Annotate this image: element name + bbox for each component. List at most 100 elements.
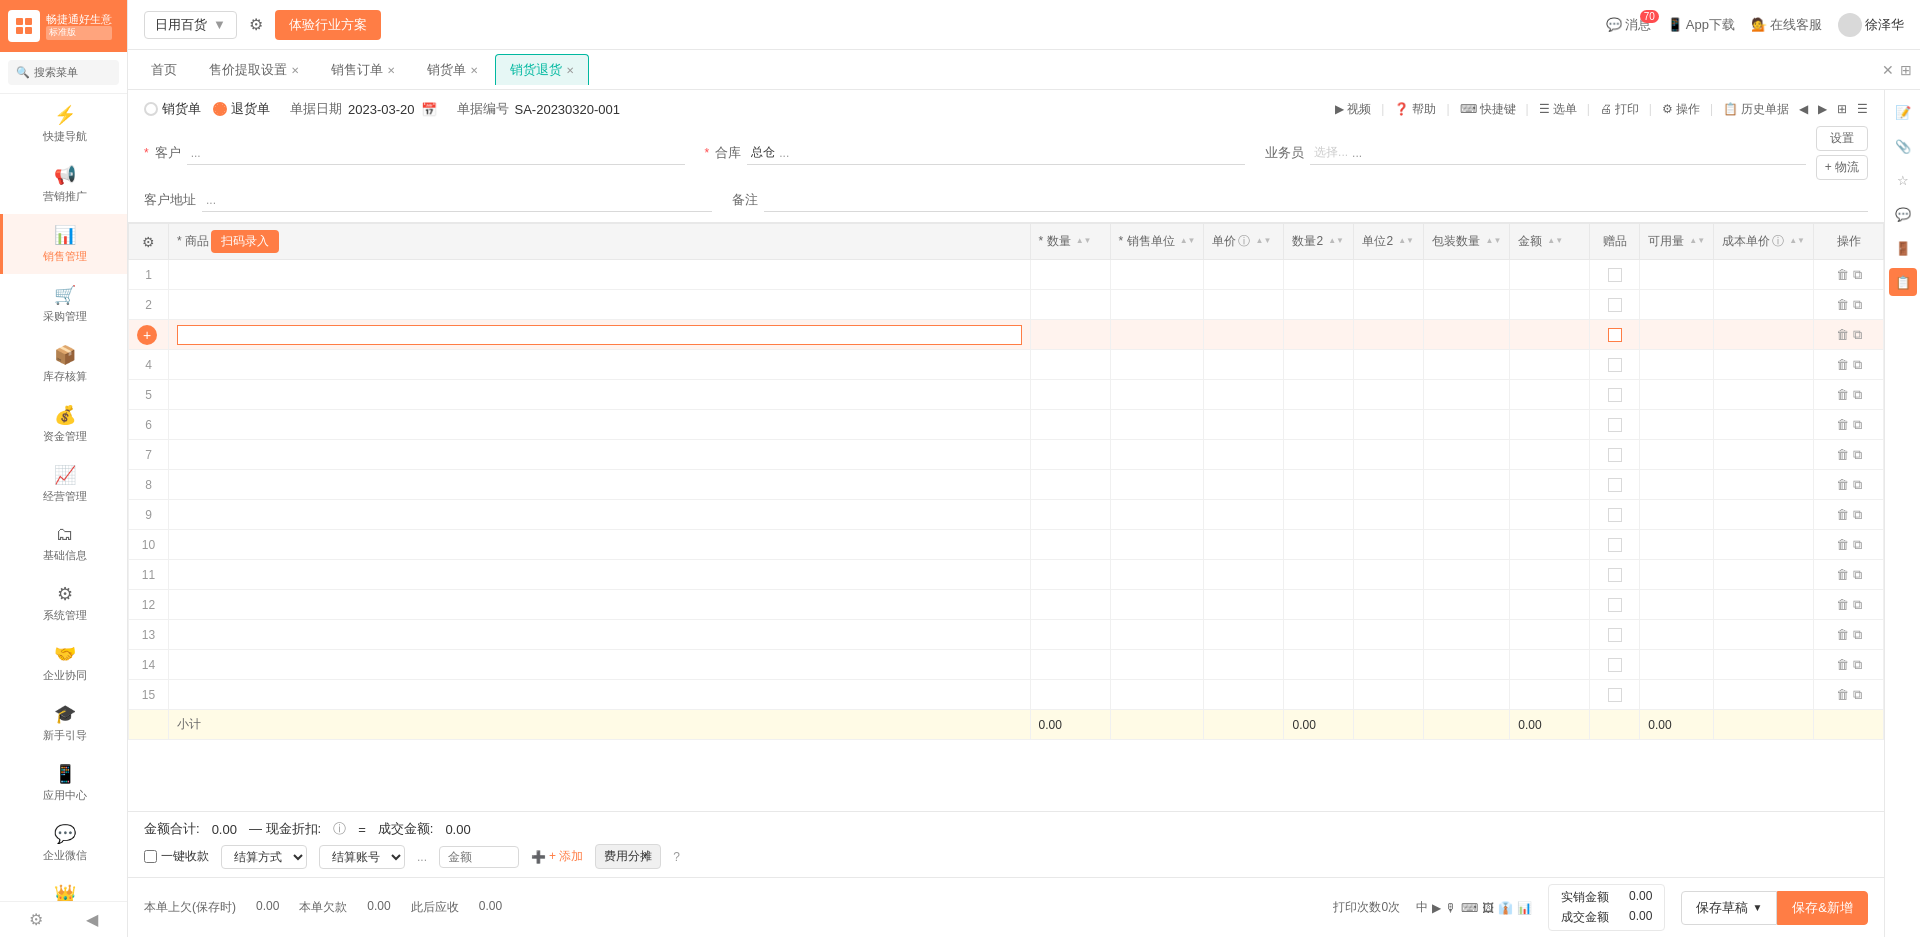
- sidebar-item-inventory[interactable]: 📦 库存核算: [0, 334, 127, 394]
- data-cell[interactable]: [1510, 440, 1590, 470]
- data-cell[interactable]: [1284, 560, 1354, 590]
- print-button[interactable]: 🖨 打印: [1600, 101, 1639, 118]
- gift-checkbox[interactable]: [1608, 658, 1622, 672]
- data-cell[interactable]: [1424, 530, 1510, 560]
- rp-door-button[interactable]: 🚪: [1889, 234, 1917, 262]
- data-cell[interactable]: [1510, 410, 1590, 440]
- data-cell[interactable]: [1030, 530, 1110, 560]
- data-cell[interactable]: [1284, 620, 1354, 650]
- bottom-tool-5[interactable]: 🖼: [1482, 899, 1494, 916]
- gift-checkbox[interactable]: [1608, 568, 1622, 582]
- sort-arrows-icon[interactable]: ▲▼: [1255, 238, 1271, 244]
- available-cell[interactable]: [1640, 500, 1714, 530]
- delete-row-button[interactable]: 🗑: [1836, 657, 1849, 673]
- data-cell[interactable]: [1204, 680, 1284, 710]
- data-cell[interactable]: [1204, 590, 1284, 620]
- gift-checkbox[interactable]: [1608, 478, 1622, 492]
- cost-cell[interactable]: [1714, 380, 1814, 410]
- data-cell[interactable]: [1354, 350, 1424, 380]
- data-cell[interactable]: [1030, 620, 1110, 650]
- cost-cell[interactable]: [1714, 680, 1814, 710]
- data-cell[interactable]: [1354, 260, 1424, 290]
- data-cell[interactable]: [1354, 410, 1424, 440]
- sort-arrows-icon[interactable]: ▲▼: [1485, 238, 1501, 244]
- data-cell[interactable]: [1354, 530, 1424, 560]
- available-cell[interactable]: [1640, 440, 1714, 470]
- bottom-tool-2[interactable]: ▶: [1432, 899, 1441, 916]
- sidebar-item-shortcut[interactable]: ⚡ 快捷导航: [0, 94, 127, 154]
- data-cell[interactable]: [1110, 440, 1204, 470]
- data-cell[interactable]: [1354, 320, 1424, 350]
- cost-cell[interactable]: [1714, 410, 1814, 440]
- data-cell[interactable]: [1424, 470, 1510, 500]
- column-settings-button[interactable]: ⚙: [142, 234, 155, 250]
- gift-checkbox[interactable]: [1608, 598, 1622, 612]
- product-cell[interactable]: [169, 620, 1031, 650]
- data-cell[interactable]: [1030, 380, 1110, 410]
- data-cell[interactable]: [1510, 350, 1590, 380]
- sale-doc-radio[interactable]: 销货单: [144, 100, 201, 118]
- sort-arrows-icon[interactable]: ▲▼: [1180, 238, 1196, 244]
- data-cell[interactable]: [1424, 440, 1510, 470]
- tab-close-icon[interactable]: ✕: [291, 65, 299, 76]
- data-cell[interactable]: [1284, 320, 1354, 350]
- data-cell[interactable]: [1204, 350, 1284, 380]
- rp-star-button[interactable]: ☆: [1889, 166, 1917, 194]
- customer-input[interactable]: ...: [187, 141, 685, 165]
- add-row-button[interactable]: +: [137, 325, 157, 345]
- dropdown-arrow-icon[interactable]: ▼: [1752, 902, 1762, 913]
- data-cell[interactable]: [1510, 560, 1590, 590]
- data-cell[interactable]: [1110, 560, 1204, 590]
- warehouse-input[interactable]: 总仓 ...: [747, 141, 1245, 165]
- message-button[interactable]: 💬 消息 70: [1606, 16, 1651, 34]
- product-cell[interactable]: [169, 440, 1031, 470]
- cost-cell[interactable]: [1714, 440, 1814, 470]
- data-cell[interactable]: [1510, 680, 1590, 710]
- data-cell[interactable]: [1424, 680, 1510, 710]
- list-view-button[interactable]: ☰: [1857, 102, 1868, 116]
- delete-row-button[interactable]: 🗑: [1836, 297, 1849, 313]
- product-cell[interactable]: [169, 500, 1031, 530]
- copy-row-button[interactable]: ⧉: [1853, 597, 1862, 613]
- settings-side-button[interactable]: 设置: [1816, 126, 1868, 151]
- gift-checkbox[interactable]: [1608, 688, 1622, 702]
- data-cell[interactable]: [1030, 500, 1110, 530]
- data-cell[interactable]: [1030, 470, 1110, 500]
- product-cell[interactable]: [169, 260, 1031, 290]
- product-cell[interactable]: [169, 590, 1031, 620]
- one-key-collect-checkbox[interactable]: [144, 850, 157, 863]
- tab-sales-return[interactable]: 销货退货 ✕: [495, 54, 589, 85]
- data-cell[interactable]: [1424, 650, 1510, 680]
- data-cell[interactable]: [1284, 470, 1354, 500]
- daily-selector[interactable]: 日用百货 ▼: [144, 11, 237, 39]
- search-menu-button[interactable]: 🔍 搜索菜单: [8, 60, 119, 85]
- online-service-button[interactable]: 💁 在线客服: [1751, 16, 1822, 34]
- data-cell[interactable]: [1284, 260, 1354, 290]
- sidebar-settings-button[interactable]: ⚙: [29, 910, 43, 929]
- data-cell[interactable]: [1510, 470, 1590, 500]
- next-doc-button[interactable]: ▶: [1818, 102, 1827, 116]
- gift-checkbox[interactable]: [1608, 328, 1622, 342]
- save-draft-button[interactable]: 保存草稿 ▼: [1681, 891, 1777, 925]
- tab-sales-order[interactable]: 销售订单 ✕: [316, 54, 410, 85]
- fee-split-help-icon[interactable]: ?: [673, 850, 680, 864]
- copy-row-button[interactable]: ⧉: [1853, 447, 1862, 463]
- available-cell[interactable]: [1640, 560, 1714, 590]
- col-settings[interactable]: ⚙: [129, 224, 169, 260]
- info-icon[interactable]: ⓘ: [1238, 233, 1250, 250]
- history-doc-button[interactable]: 📋 历史单据: [1723, 101, 1789, 118]
- data-cell[interactable]: [1510, 260, 1590, 290]
- copy-row-button[interactable]: ⧉: [1853, 267, 1862, 283]
- sidebar-item-purchase[interactable]: 🛒 采购管理: [0, 274, 127, 334]
- available-cell[interactable]: [1640, 260, 1714, 290]
- data-cell[interactable]: [1204, 380, 1284, 410]
- copy-row-button[interactable]: ⧉: [1853, 657, 1862, 673]
- data-cell[interactable]: [1424, 290, 1510, 320]
- data-cell[interactable]: [1110, 350, 1204, 380]
- layout-toggle-button[interactable]: ⊞: [1900, 62, 1912, 78]
- available-cell[interactable]: [1640, 650, 1714, 680]
- data-cell[interactable]: [1204, 320, 1284, 350]
- cost-cell[interactable]: [1714, 650, 1814, 680]
- remark-input[interactable]: [764, 188, 1868, 212]
- product-cell[interactable]: [169, 650, 1031, 680]
